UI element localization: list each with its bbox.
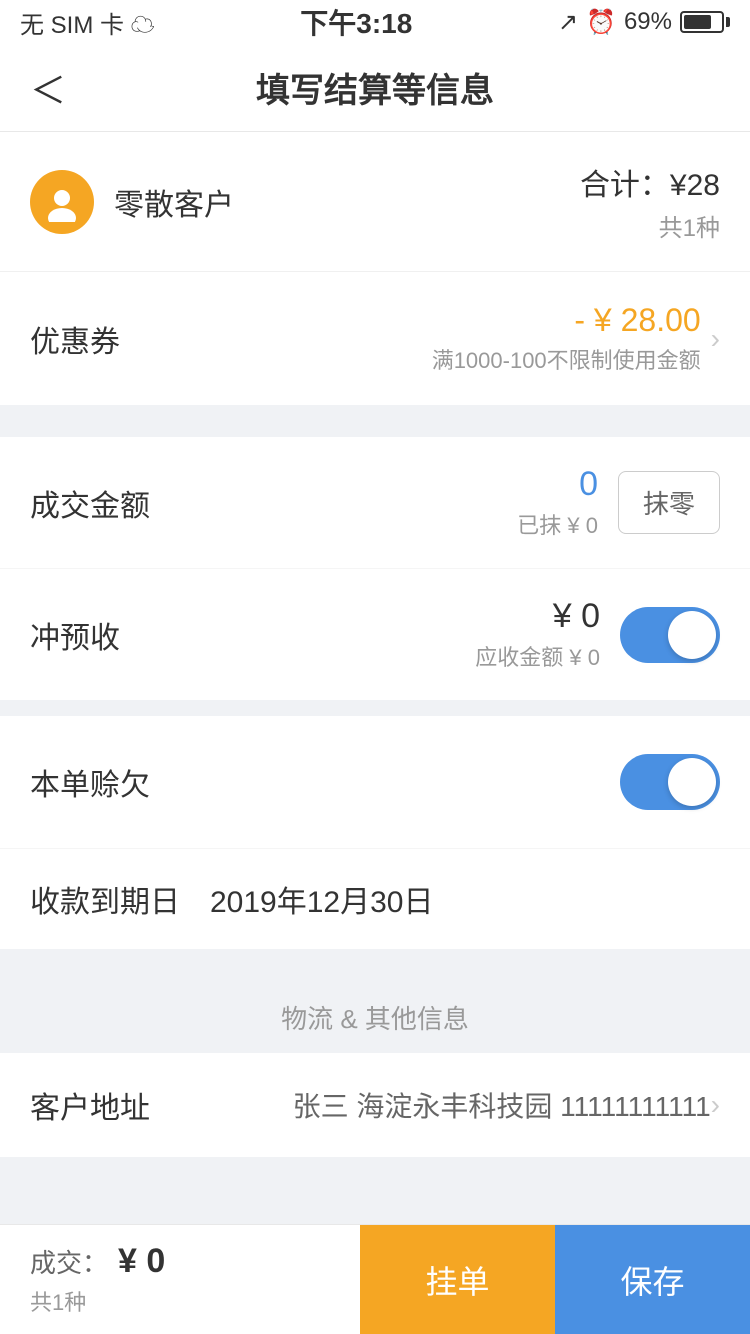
deal-amount-value[interactable]: 0 bbox=[517, 465, 598, 504]
amount-section: 成交金额 0 已抹 ¥ 0 抹零 冲预收 ¥ 0 应收金额 ¥ 0 bbox=[0, 437, 750, 700]
content: 零散客户 合计：¥28 共1种 优惠券 - ¥ 28.00 满1000-100不… bbox=[0, 132, 750, 1293]
deal-amount-label: 成交金额 bbox=[30, 481, 150, 525]
total-count: 共1种 bbox=[580, 208, 720, 243]
credit-section: 本单赊欠 收款到期日 2019年12月30日 bbox=[0, 716, 750, 949]
bottom-buttons: 挂单 保存 bbox=[360, 1225, 750, 1334]
advance-toggle-knob bbox=[668, 611, 716, 659]
due-date-row: 收款到期日 2019年12月30日 bbox=[0, 848, 750, 949]
status-left: 无 SIM 卡 ☁ bbox=[20, 5, 155, 40]
coupon-label: 优惠券 bbox=[30, 317, 120, 361]
divider-3 bbox=[0, 965, 750, 981]
customer-row: 零散客户 合计：¥28 共1种 bbox=[0, 132, 750, 271]
address-chevron-icon: › bbox=[711, 1089, 720, 1121]
chevron-right-icon: › bbox=[711, 323, 720, 355]
credit-label: 本单赊欠 bbox=[30, 760, 150, 804]
battery-icon bbox=[680, 11, 730, 33]
credit-row: 本单赊欠 bbox=[0, 716, 750, 848]
avatar bbox=[30, 170, 94, 234]
advance-label: 冲预收 bbox=[30, 613, 120, 657]
alarm-icon: ⏰ bbox=[586, 8, 616, 37]
advance-toggle[interactable] bbox=[620, 607, 720, 663]
no-sim-text: 无 SIM 卡 ☁ bbox=[20, 5, 155, 40]
bottom-summary: 成交： ¥ 0 共1种 bbox=[0, 1242, 360, 1317]
save-button[interactable]: 保存 bbox=[555, 1225, 750, 1334]
coupon-desc: 满1000-100不限制使用金额 bbox=[432, 343, 701, 375]
back-button[interactable]: ＜ bbox=[30, 62, 66, 114]
advance-sub: 应收金额 ¥ 0 bbox=[475, 640, 600, 672]
due-date-label: 收款到期日 bbox=[30, 877, 180, 921]
bottom-deal: 成交： ¥ 0 bbox=[30, 1242, 330, 1281]
deal-amount-value-block: 0 已抹 ¥ 0 bbox=[517, 465, 598, 540]
bottom-deal-label: 成交： bbox=[30, 1243, 108, 1280]
coupon-discount: - ¥ 28.00 bbox=[432, 302, 701, 339]
coupon-info: - ¥ 28.00 满1000-100不限制使用金额 bbox=[432, 302, 701, 375]
bottom-bar: 成交： ¥ 0 共1种 挂单 保存 bbox=[0, 1224, 750, 1334]
battery-percent: 69% bbox=[624, 8, 672, 36]
address-row[interactable]: 客户地址 张三 海淀永丰科技园 11111111111 › bbox=[0, 1053, 750, 1157]
bottom-deal-amount: ¥ 0 bbox=[118, 1242, 165, 1281]
deal-amount-row: 成交金额 0 已抹 ¥ 0 抹零 bbox=[0, 437, 750, 569]
address-value: 张三 海淀永丰科技园 11111111111 bbox=[180, 1085, 711, 1125]
deal-amount-right: 0 已抹 ¥ 0 抹零 bbox=[517, 465, 720, 540]
coupon-right: - ¥ 28.00 满1000-100不限制使用金额 › bbox=[432, 302, 720, 375]
bottom-deal-count: 共1种 bbox=[30, 1285, 330, 1317]
page-title: 填写结算等信息 bbox=[256, 63, 494, 112]
logistics-divider: 物流 & 其他信息 bbox=[261, 999, 489, 1036]
signal-icon: ↗ bbox=[558, 8, 578, 37]
status-time: 下午3:18 bbox=[300, 2, 412, 42]
advance-right: ¥ 0 应收金额 ¥ 0 bbox=[475, 597, 720, 672]
round-button[interactable]: 抹零 bbox=[618, 471, 720, 534]
advance-row: 冲预收 ¥ 0 应收金额 ¥ 0 bbox=[0, 569, 750, 700]
divider-1 bbox=[0, 421, 750, 437]
customer-section: 零散客户 合计：¥28 共1种 优惠券 - ¥ 28.00 满1000-100不… bbox=[0, 132, 750, 405]
logistics-title: 物流 & 其他信息 bbox=[281, 999, 469, 1036]
status-right: ↗ ⏰ 69% bbox=[558, 8, 730, 37]
advance-value: ¥ 0 bbox=[475, 597, 600, 636]
divider-2 bbox=[0, 700, 750, 716]
nav-bar: ＜ 填写结算等信息 bbox=[0, 44, 750, 132]
logistics-header: 物流 & 其他信息 bbox=[0, 981, 750, 1053]
credit-toggle-knob bbox=[668, 758, 716, 806]
customer-total: 合计：¥28 共1种 bbox=[580, 160, 720, 243]
hang-button[interactable]: 挂单 bbox=[360, 1225, 555, 1334]
customer-left: 零散客户 bbox=[30, 170, 234, 234]
advance-value-block: ¥ 0 应收金额 ¥ 0 bbox=[475, 597, 600, 672]
address-label: 客户地址 bbox=[30, 1083, 150, 1127]
total-amount: 合计：¥28 bbox=[580, 160, 720, 204]
status-bar: 无 SIM 卡 ☁ 下午3:18 ↗ ⏰ 69% bbox=[0, 0, 750, 44]
due-date-value[interactable]: 2019年12月30日 bbox=[210, 877, 433, 921]
customer-name: 零散客户 bbox=[114, 180, 234, 224]
credit-toggle[interactable] bbox=[620, 754, 720, 810]
address-section: 客户地址 张三 海淀永丰科技园 11111111111 › bbox=[0, 1053, 750, 1157]
deal-amount-sub: 已抹 ¥ 0 bbox=[517, 508, 598, 540]
coupon-row[interactable]: 优惠券 - ¥ 28.00 满1000-100不限制使用金额 › bbox=[0, 271, 750, 405]
